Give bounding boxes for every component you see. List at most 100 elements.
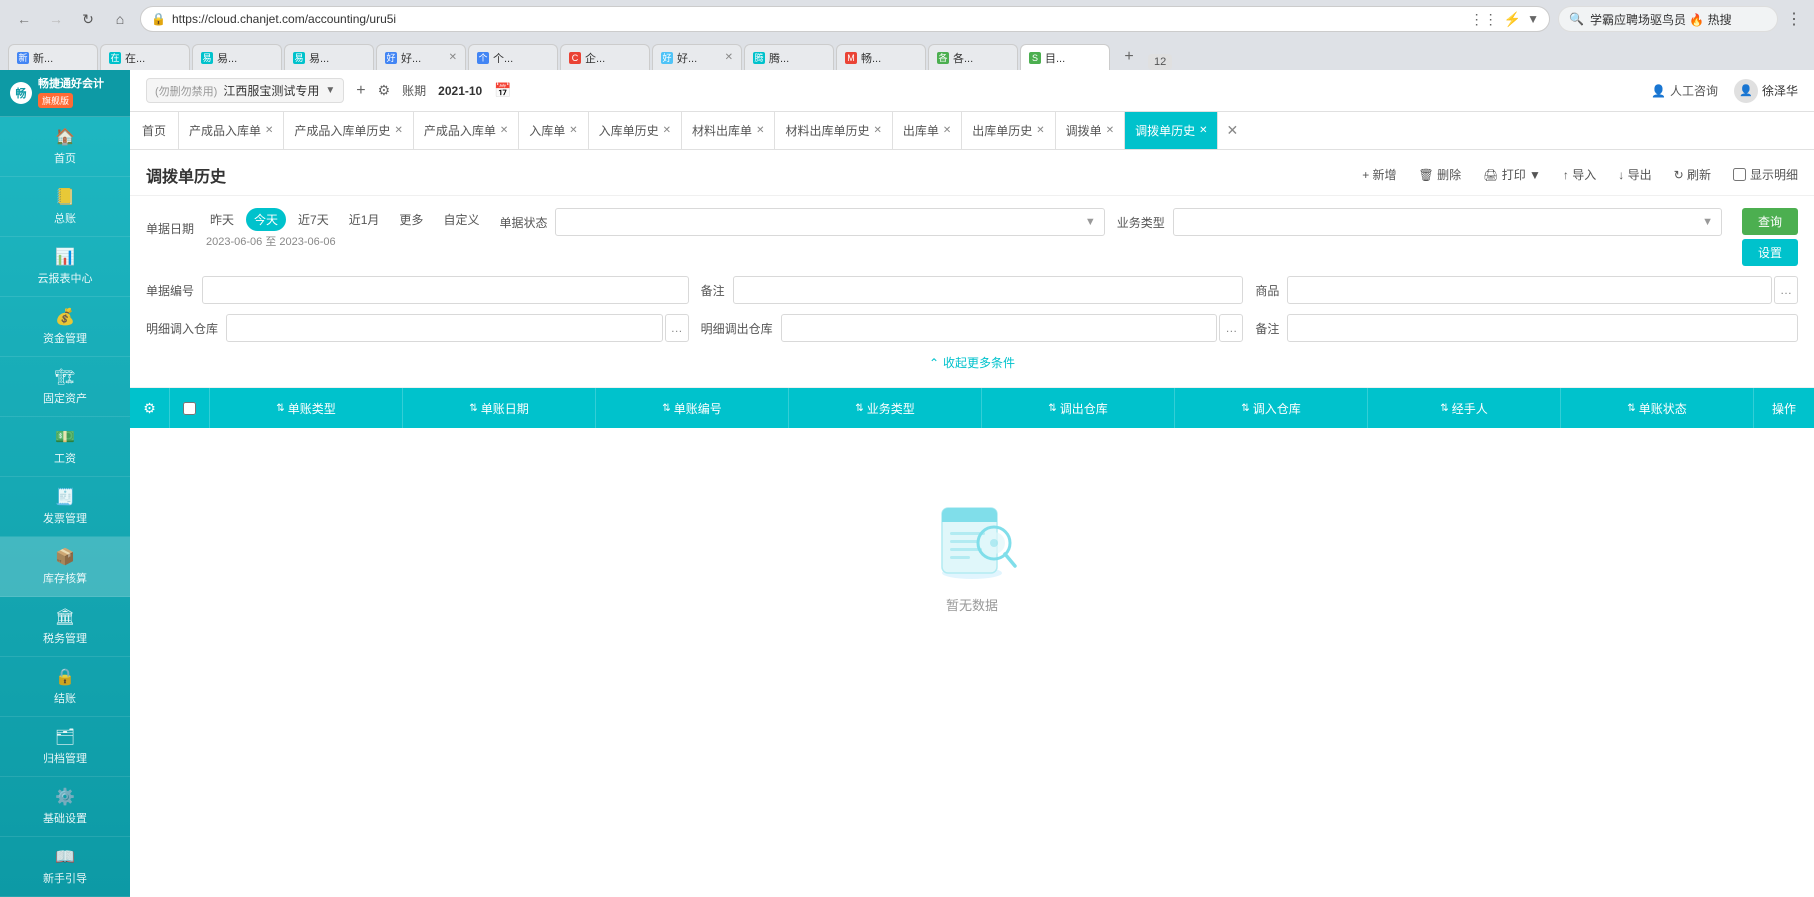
sidebar-item-reports[interactable]: 📊 云报表中心 (0, 237, 130, 297)
date-btn-more[interactable]: 更多 (391, 208, 431, 231)
browser-tab-11[interactable]: 各 各... (928, 44, 1018, 70)
sidebar-item-home[interactable]: 🏠 首页 (0, 117, 130, 177)
refresh-btn[interactable]: ↻ 刷新 (1666, 162, 1719, 187)
tab-close-icon[interactable]: ✕ (1036, 125, 1044, 136)
filter-biztype-select[interactable]: ▼ (1173, 208, 1722, 236)
settings-gear-btn[interactable]: ⚙ (378, 82, 391, 99)
user-avatar[interactable]: 👤 徐泽华 (1734, 79, 1798, 103)
tab-cprk2[interactable]: 产成品入库单 ✕ (414, 112, 519, 150)
tab-close-icon[interactable]: ✕ (873, 125, 881, 136)
browser-tab-1[interactable]: 新 新... (8, 44, 98, 70)
dropdown-icon[interactable]: ▼ (1527, 12, 1539, 26)
filter-detail-out-input[interactable] (781, 314, 1218, 342)
delete-btn[interactable]: 🗑 删除 (1411, 162, 1470, 187)
date-btn-7days[interactable]: 近7天 (290, 208, 337, 231)
nav-home-btn[interactable]: ⌂ (108, 7, 132, 31)
tab-close-icon[interactable]: ✕ (756, 125, 764, 136)
browser-tab-10[interactable]: M 畅... (836, 44, 926, 70)
tab-db[interactable]: 调拨单 ✕ (1056, 112, 1125, 150)
th-settings[interactable]: ⚙ (130, 388, 170, 428)
tab-ck[interactable]: 出库单 ✕ (893, 112, 962, 150)
tab-rklsh[interactable]: 入库单历史 ✕ (589, 112, 682, 150)
add-company-btn[interactable]: + (356, 82, 365, 100)
print-btn[interactable]: 🖨 打印 ▼ (1475, 162, 1549, 187)
filter-detail-note-input[interactable] (1287, 314, 1798, 342)
sort-icon[interactable]: ⇅ (469, 403, 477, 414)
tab-cklsh[interactable]: 出库单历史 ✕ (962, 112, 1055, 150)
tab-close-icon[interactable]: ✕ (265, 125, 273, 136)
filter-docno-input[interactable] (202, 276, 689, 304)
filter-detail-in-input[interactable] (226, 314, 663, 342)
sort-icon[interactable]: ⇅ (276, 403, 284, 414)
browser-tab-7[interactable]: C 企... (560, 44, 650, 70)
select-all-checkbox[interactable] (183, 402, 196, 415)
sort-icon[interactable]: ⇅ (1440, 403, 1448, 414)
nav-back-btn[interactable]: ← (12, 7, 36, 31)
tab-close-icon[interactable]: ✕ (663, 125, 671, 136)
tab-close-icon[interactable]: ✕ (569, 125, 577, 136)
tab-dblsh[interactable]: 调拨单历史 ✕ (1125, 112, 1218, 150)
tab-close-icon[interactable]: ✕ (943, 125, 951, 136)
filter-note-input[interactable] (733, 276, 1244, 304)
sidebar-item-settings[interactable]: ⚙️ 基础设置 (0, 777, 130, 837)
browser-menu-btn[interactable]: ⋮ (1786, 9, 1802, 29)
nav-reload-btn[interactable]: ↻ (76, 7, 100, 31)
new-tab-btn[interactable]: + (1116, 44, 1142, 70)
tab-clcklsh[interactable]: 材料出库单历史 ✕ (775, 112, 892, 150)
filter-settings-btn[interactable]: 设置 (1742, 239, 1798, 266)
browser-tab-3[interactable]: 易 易... (192, 44, 282, 70)
date-btn-1month[interactable]: 近1月 (341, 208, 388, 231)
sidebar-item-funds[interactable]: 💰 资金管理 (0, 297, 130, 357)
export-btn[interactable]: ↓ 导出 (1610, 162, 1659, 187)
collapse-btn[interactable]: ⌃ 收起更多条件 (146, 350, 1798, 375)
search-bar[interactable]: 🔍 学霸应聘场驱鸟员 🔥 热搜 (1558, 6, 1778, 32)
add-btn[interactable]: + 新增 (1354, 162, 1404, 187)
sort-icon[interactable]: ⇅ (1241, 403, 1249, 414)
sidebar-item-fixed[interactable]: 🏗 固定资产 (0, 357, 130, 417)
sort-icon[interactable]: ⇅ (1627, 403, 1635, 414)
tab-cprklsh[interactable]: 产成品入库单历史 ✕ (284, 112, 413, 150)
tab-close-icon[interactable]: ✕ (1106, 125, 1114, 136)
tab-rk[interactable]: 入库单 ✕ (519, 112, 588, 150)
browser-tab-9[interactable]: 腾 腾... (744, 44, 834, 70)
sidebar-item-ledger[interactable]: 📒 总账 (0, 177, 130, 237)
sort-icon[interactable]: ⇅ (855, 403, 863, 414)
date-btn-custom[interactable]: 自定义 (435, 208, 487, 231)
filter-goods-input[interactable] (1287, 276, 1772, 304)
consultant-btn[interactable]: 👤 人工咨询 (1651, 82, 1718, 99)
tab-close-icon[interactable]: ✕ (500, 125, 508, 136)
tab-close-icon[interactable]: ✕ (394, 125, 402, 136)
sidebar-item-salary[interactable]: 💵 工资 (0, 417, 130, 477)
show-more-btn[interactable]: 显示明细 (1733, 166, 1798, 183)
th-checkbox[interactable] (170, 388, 210, 428)
address-bar[interactable]: 🔒 https://cloud.chanjet.com/accounting/u… (140, 6, 1550, 32)
show-more-checkbox[interactable] (1733, 168, 1746, 181)
nav-forward-btn[interactable]: → (44, 7, 68, 31)
date-btn-yesterday[interactable]: 昨天 (202, 208, 242, 231)
import-btn[interactable]: ↑ 导入 (1555, 162, 1604, 187)
tab-close-icon[interactable]: ✕ (1199, 125, 1207, 136)
tab-home[interactable]: 首页 (130, 112, 179, 150)
filter-status-select[interactable]: ▼ (555, 208, 1104, 236)
sidebar-item-archive[interactable]: 🗂 归档管理 (0, 717, 130, 777)
sidebar-item-closing[interactable]: 🔒 结账 (0, 657, 130, 717)
detail-in-ellipsis-btn[interactable]: … (665, 314, 689, 342)
calendar-icon[interactable]: 📅 (494, 82, 511, 99)
sidebar-item-guide[interactable]: 📖 新手引导 (0, 837, 130, 897)
sidebar-item-invoice[interactable]: 🧾 发票管理 (0, 477, 130, 537)
sidebar-item-tax[interactable]: 🏛 税务管理 (0, 597, 130, 657)
browser-tab-2[interactable]: 在 在... (100, 44, 190, 70)
date-btn-today[interactable]: 今天 (246, 208, 286, 231)
tab-close[interactable]: ✕ (725, 52, 733, 63)
sort-icon[interactable]: ⇅ (662, 403, 670, 414)
search-btn[interactable]: 查询 (1742, 208, 1798, 235)
goods-ellipsis-btn[interactable]: … (1774, 276, 1798, 304)
browser-tab-4[interactable]: 易 易... (284, 44, 374, 70)
browser-tab-6[interactable]: 个 个... (468, 44, 558, 70)
sidebar-item-inventory[interactable]: 📦 库存核算 (0, 537, 130, 597)
company-selector[interactable]: (勿删勿禁用) 江西服宝测试专用 ▼ (146, 78, 344, 103)
browser-tab-5[interactable]: 好 好... ✕ (376, 44, 466, 70)
detail-out-ellipsis-btn[interactable]: … (1219, 314, 1243, 342)
tab-close-all[interactable]: ✕ (1218, 112, 1246, 150)
tab-clck[interactable]: 材料出库单 ✕ (682, 112, 775, 150)
